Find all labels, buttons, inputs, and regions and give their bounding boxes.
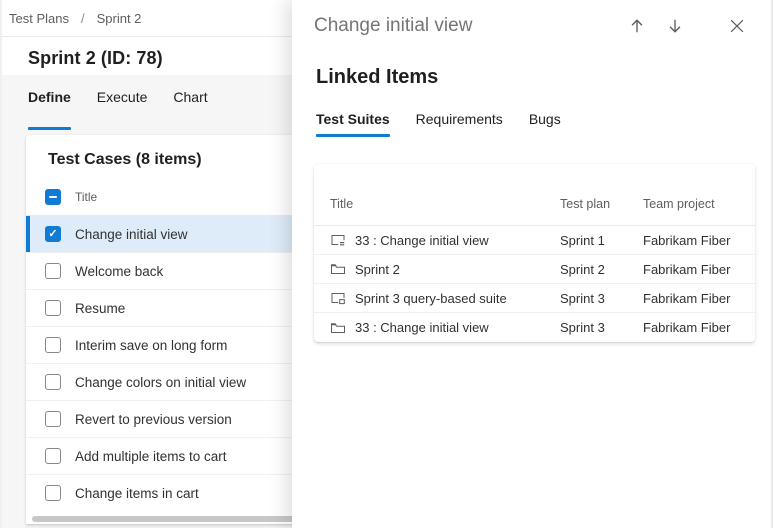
linked-items-table: Title Test plan Team project 33 : Change…: [314, 164, 755, 342]
linked-item-test-plan: Sprint 3: [560, 290, 605, 306]
row-checkbox[interactable]: [45, 411, 61, 427]
panel-title: Change initial view: [314, 15, 473, 36]
row-checkbox[interactable]: [45, 485, 61, 501]
next-item-button[interactable]: [659, 10, 691, 42]
linked-item-team-project: Fabrikam Fiber: [643, 261, 731, 277]
tab-execute-label: Execute: [96, 89, 148, 105]
column-header-title: Title: [330, 196, 354, 211]
linked-item-row[interactable]: 33 : Change initial view Sprint 3 Fabrik…: [314, 313, 755, 342]
row-checkbox[interactable]: [45, 337, 61, 353]
linked-items-tabs: Test Suites Requirements Bugs: [316, 111, 749, 137]
linked-table-body: 33 : Change initial view Sprint 1 Fabrik…: [314, 226, 755, 342]
tab-define-label: Define: [28, 89, 71, 105]
panel-tab-test-suites-label: Test Suites: [316, 111, 390, 127]
linked-items-heading: Linked Items: [316, 66, 439, 88]
static-suite-icon: [330, 261, 346, 277]
row-checkbox[interactable]: [45, 374, 61, 390]
test-case-title: Interim save on long form: [75, 337, 228, 353]
row-checkbox[interactable]: [45, 300, 61, 316]
window-left-edge: [0, 0, 2, 528]
static-suite-icon: [330, 320, 346, 336]
requirement-suite-icon: [330, 232, 346, 248]
row-checkbox[interactable]: [45, 263, 61, 279]
down-arrow-icon: [666, 17, 684, 35]
linked-item-row[interactable]: Sprint 3 query-based suite Sprint 3 Fabr…: [314, 284, 755, 313]
title-column-header[interactable]: Title: [75, 190, 97, 204]
test-case-title: Add multiple items to cart: [75, 448, 227, 464]
linked-item-team-project: Fabrikam Fiber: [643, 232, 731, 248]
linked-table-header: Title Test plan Team project: [314, 182, 755, 226]
panel-tab-bugs-label: Bugs: [528, 111, 561, 127]
tab-define[interactable]: Define: [28, 89, 71, 135]
linked-item-title: Sprint 3 query-based suite: [355, 290, 507, 306]
tab-chart-label: Chart: [173, 89, 208, 105]
page-title: Sprint 2 (ID: 78): [28, 48, 163, 68]
linked-item-test-plan: Sprint 3: [560, 320, 605, 335]
test-case-title: Welcome back: [75, 263, 164, 279]
work-item-panel: Change initial view Linked Items Test Su…: [292, 0, 773, 528]
linked-item-row[interactable]: Sprint 2 Sprint 2 Fabrikam Fiber: [314, 255, 755, 284]
breadcrumb-item-sprint-2[interactable]: Sprint 2: [97, 11, 142, 26]
app-window: Test Plans / Sprint 2 Sprint 2 (ID: 78) …: [0, 0, 773, 528]
breadcrumb-separator: /: [80, 10, 85, 26]
linked-item-team-project: Fabrikam Fiber: [643, 290, 731, 306]
panel-tab-requirements[interactable]: Requirements: [416, 111, 503, 137]
up-arrow-icon: [628, 17, 646, 35]
breadcrumb-item-test-plans[interactable]: Test Plans: [9, 11, 69, 26]
linked-item-test-plan: Sprint 2: [560, 261, 605, 277]
panel-tab-bugs[interactable]: Bugs: [529, 111, 561, 137]
tab-chart[interactable]: Chart: [173, 89, 207, 135]
linked-item-team-project: Fabrikam Fiber: [643, 320, 731, 335]
query-suite-icon: [330, 290, 346, 306]
test-case-title: Change colors on initial view: [75, 374, 247, 390]
panel-body: Linked Items Test Suites Requirements Bugs…: [292, 52, 773, 342]
linked-item-row[interactable]: 33 : Change initial view Sprint 1 Fabrik…: [314, 226, 755, 255]
tab-execute[interactable]: Execute: [97, 89, 148, 135]
select-all-checkbox[interactable]: [45, 189, 61, 205]
linked-item-title: 33 : Change initial view: [355, 320, 489, 335]
test-case-title: Change initial view: [75, 226, 188, 242]
linked-item-title: 33 : Change initial view: [355, 232, 489, 248]
row-checkbox[interactable]: [45, 226, 61, 242]
panel-tab-test-suites[interactable]: Test Suites: [316, 111, 390, 137]
close-icon: [728, 17, 746, 35]
close-panel-button[interactable]: [721, 10, 753, 42]
panel-tab-requirements-label: Requirements: [415, 111, 503, 127]
column-header-team-project: Team project: [643, 196, 715, 211]
row-checkbox[interactable]: [45, 448, 61, 464]
linked-item-title: Sprint 2: [355, 261, 400, 277]
column-header-test-plan: Test plan: [560, 196, 611, 211]
test-case-title: Resume: [75, 300, 126, 316]
test-case-title: Change items in cart: [75, 485, 199, 501]
test-case-title: Revert to previous version: [75, 411, 232, 427]
linked-item-test-plan: Sprint 1: [560, 232, 605, 248]
previous-item-button[interactable]: [621, 10, 653, 42]
panel-header: Change initial view: [292, 0, 773, 52]
